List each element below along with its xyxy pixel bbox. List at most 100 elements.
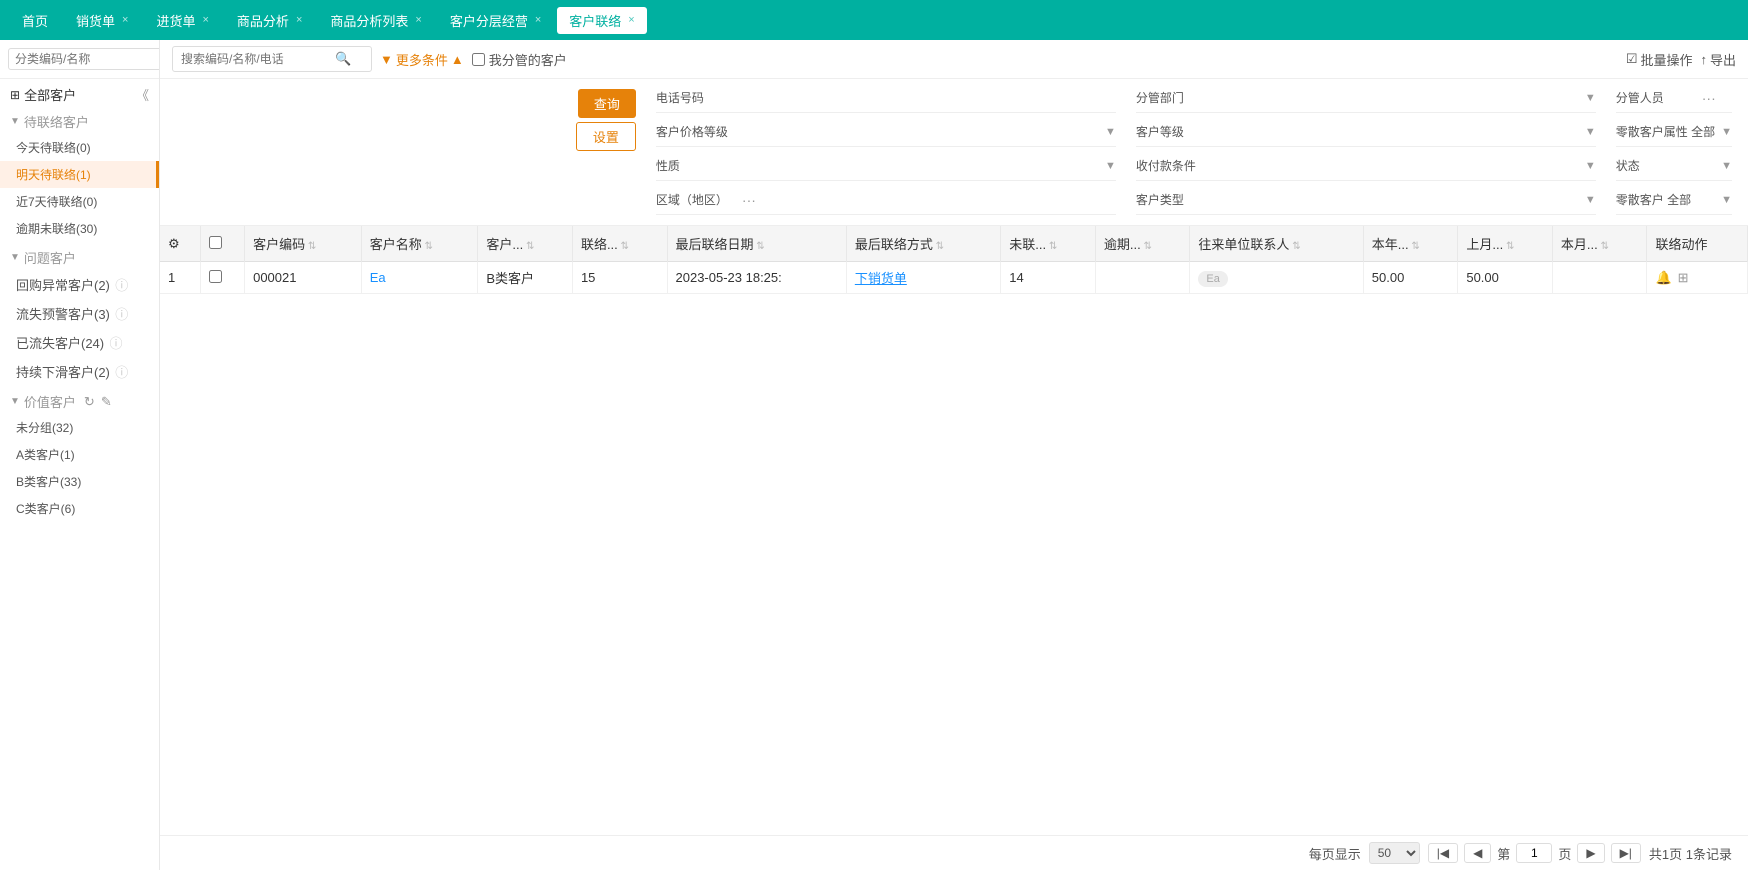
refresh-icon[interactable]: ↻ bbox=[84, 394, 95, 410]
collapse-icon[interactable]: 《 bbox=[136, 85, 149, 104]
export-icon: ↑ bbox=[1700, 52, 1707, 67]
col-overdue[interactable]: 逾期... bbox=[1095, 226, 1190, 262]
sidebar-item-today[interactable]: 今天待联络(0) bbox=[0, 134, 159, 161]
filter-phone-label: 电话号码 bbox=[656, 89, 736, 106]
first-page-btn[interactable]: |◀ bbox=[1428, 843, 1458, 863]
close-segment-tab[interactable]: × bbox=[535, 14, 541, 26]
sidebar-item-tomorrow[interactable]: 明天待联络(1) bbox=[0, 161, 159, 188]
sidebar-item-b-class[interactable]: B类客户(33) bbox=[0, 468, 159, 495]
filter-scatter-customer-select[interactable]: ▼ bbox=[1702, 194, 1732, 206]
filter-nature-select[interactable]: ▼ bbox=[742, 160, 1116, 172]
sidebar-item-overdue[interactable]: 逾期未联络(30) bbox=[0, 215, 159, 242]
nav-customer-segment[interactable]: 客户分层经营 × bbox=[438, 7, 553, 34]
filter-customer-type-select[interactable]: ▼ bbox=[1222, 194, 1596, 206]
action-menu-icon[interactable]: ⊞ bbox=[1678, 270, 1689, 286]
filter-nature-label: 性质 bbox=[656, 157, 736, 174]
sidebar-item-churned[interactable]: 已流失客户(24) ⓘ bbox=[0, 328, 159, 357]
grid-icon: ⊞ bbox=[10, 88, 20, 102]
pending-tri[interactable]: ▼ bbox=[10, 116, 20, 127]
sidebar-item-repurchase[interactable]: 回购异常客户(2) ⓘ bbox=[0, 270, 159, 299]
all-customers-section[interactable]: ⊞ 全部客户 《 bbox=[0, 79, 159, 106]
page-input[interactable] bbox=[1516, 843, 1552, 863]
settings-icon[interactable]: ⚙ bbox=[168, 236, 180, 251]
nav-analysis-list[interactable]: 商品分析列表 × bbox=[318, 7, 433, 34]
filter-payment-select[interactable]: ▼ bbox=[1222, 160, 1596, 172]
sidebar-item-a-class[interactable]: A类客户(1) bbox=[0, 441, 159, 468]
filter-nature: 性质 ▼ bbox=[656, 157, 1116, 181]
sidebar-item-churn-warning[interactable]: 流失预警客户(3) ⓘ bbox=[0, 299, 159, 328]
filter-phone-input[interactable] bbox=[742, 91, 1116, 105]
filter-payment: 收付款条件 ▼ bbox=[1136, 157, 1596, 181]
chevron-price-icon: ▼ bbox=[1105, 126, 1116, 138]
sidebar-item-ungrouped[interactable]: 未分组(32) bbox=[0, 414, 159, 441]
chevron-scatter-icon: ▼ bbox=[1721, 126, 1732, 138]
col-type[interactable]: 客户... bbox=[478, 226, 573, 262]
set-button[interactable]: 设置 bbox=[576, 122, 636, 151]
col-code[interactable]: 客户编码 bbox=[245, 226, 362, 262]
filter-manager-dots[interactable]: ··· bbox=[1702, 90, 1716, 106]
col-contact-person[interactable]: 往来单位联系人 bbox=[1190, 226, 1363, 262]
cell-unlinked: 14 bbox=[1001, 262, 1096, 294]
col-settings[interactable]: ⚙ bbox=[160, 226, 201, 262]
cell-last-month: 50.00 bbox=[1458, 262, 1553, 294]
next-page-btn[interactable]: ▶ bbox=[1577, 843, 1604, 863]
filter-price-grade-select[interactable]: ▼ bbox=[742, 126, 1116, 138]
per-page-select[interactable]: 50 100 200 bbox=[1369, 842, 1420, 864]
top-actions: ☑ 批量操作 ↑ 导出 bbox=[1626, 50, 1736, 69]
edit-icon[interactable]: ✎ bbox=[101, 394, 112, 410]
filter-customer-grade-select[interactable]: ▼ bbox=[1222, 126, 1596, 138]
sidebar-item-c-class[interactable]: C类客户(6) bbox=[0, 495, 159, 522]
export-btn[interactable]: ↑ 导出 bbox=[1700, 50, 1736, 69]
filter-price-grade-label: 客户价格等级 bbox=[656, 123, 736, 140]
cell-checkbox[interactable] bbox=[201, 262, 245, 294]
nav-home[interactable]: 首页 bbox=[10, 7, 60, 34]
close-analysis-list-tab[interactable]: × bbox=[415, 14, 421, 26]
more-conditions-btn[interactable]: ▼ 更多条件 ▲ bbox=[380, 50, 464, 69]
col-contact-count[interactable]: 联络... bbox=[572, 226, 667, 262]
nav-customer-contact[interactable]: 客户联络 × bbox=[557, 7, 646, 34]
col-last-month[interactable]: 上月... bbox=[1458, 226, 1553, 262]
close-analysis-tab[interactable]: × bbox=[296, 14, 302, 26]
nav-sales[interactable]: 销货单 × bbox=[64, 7, 140, 34]
sidebar-search-area: 🔍 bbox=[0, 40, 159, 79]
close-purchase-tab[interactable]: × bbox=[202, 14, 208, 26]
filter-dept-select[interactable]: ▼ bbox=[1222, 92, 1596, 104]
chevron-status-icon: ▼ bbox=[1721, 160, 1732, 172]
col-last-method[interactable]: 最后联络方式 bbox=[846, 226, 1000, 262]
row-checkbox[interactable] bbox=[209, 270, 222, 283]
filter-customer-grade-label: 客户等级 bbox=[1136, 123, 1216, 140]
sidebar-item-declining[interactable]: 持续下滑客户(2) ⓘ bbox=[0, 357, 159, 386]
select-all-checkbox[interactable] bbox=[209, 236, 222, 249]
col-name[interactable]: 客户名称 bbox=[361, 226, 478, 262]
query-button[interactable]: 查询 bbox=[578, 89, 636, 118]
close-contact-tab[interactable]: × bbox=[628, 14, 634, 26]
filter-scatter-customer: 零散客户 全部 ▼ bbox=[1616, 191, 1732, 215]
filter-search-icon[interactable]: 🔍 bbox=[335, 51, 351, 67]
last-page-btn[interactable]: ▶| bbox=[1611, 843, 1641, 863]
my-customers-check[interactable] bbox=[472, 53, 485, 66]
col-this-month[interactable]: 本月... bbox=[1552, 226, 1647, 262]
close-sales-tab[interactable]: × bbox=[122, 14, 128, 26]
value-tri[interactable]: ▼ bbox=[10, 396, 20, 407]
filter-scatter-attr-select[interactable]: ▼ bbox=[1721, 126, 1732, 138]
sidebar-item-week[interactable]: 近7天待联络(0) bbox=[0, 188, 159, 215]
col-unlinked[interactable]: 未联... bbox=[1001, 226, 1096, 262]
col-checkbox[interactable] bbox=[201, 226, 245, 262]
nav-analysis[interactable]: 商品分析 × bbox=[225, 7, 314, 34]
cell-last-method[interactable]: 下销货单 bbox=[846, 262, 1000, 294]
prev-page-btn[interactable]: ◀ bbox=[1464, 843, 1491, 863]
problem-tri[interactable]: ▼ bbox=[10, 252, 20, 263]
nav-purchase[interactable]: 进货单 × bbox=[144, 7, 220, 34]
cell-name[interactable]: Ea bbox=[361, 262, 478, 294]
col-last-date[interactable]: 最后联络日期 bbox=[667, 226, 846, 262]
batch-op-btn[interactable]: ☑ 批量操作 bbox=[1626, 50, 1693, 69]
sidebar-search-input[interactable] bbox=[8, 48, 160, 70]
filter-region-dots[interactable]: ··· bbox=[742, 192, 756, 208]
col-year-amount[interactable]: 本年... bbox=[1363, 226, 1458, 262]
filter-search-input[interactable] bbox=[181, 52, 331, 66]
action-bell-icon[interactable]: 🔔 bbox=[1655, 270, 1671, 286]
info-icon-churned: ⓘ bbox=[109, 336, 122, 351]
total-label: 共1页 1条记录 bbox=[1649, 844, 1732, 863]
my-customers-checkbox[interactable]: 我分管的客户 bbox=[472, 50, 567, 69]
filter-status-select[interactable]: ▼ bbox=[1702, 160, 1732, 172]
